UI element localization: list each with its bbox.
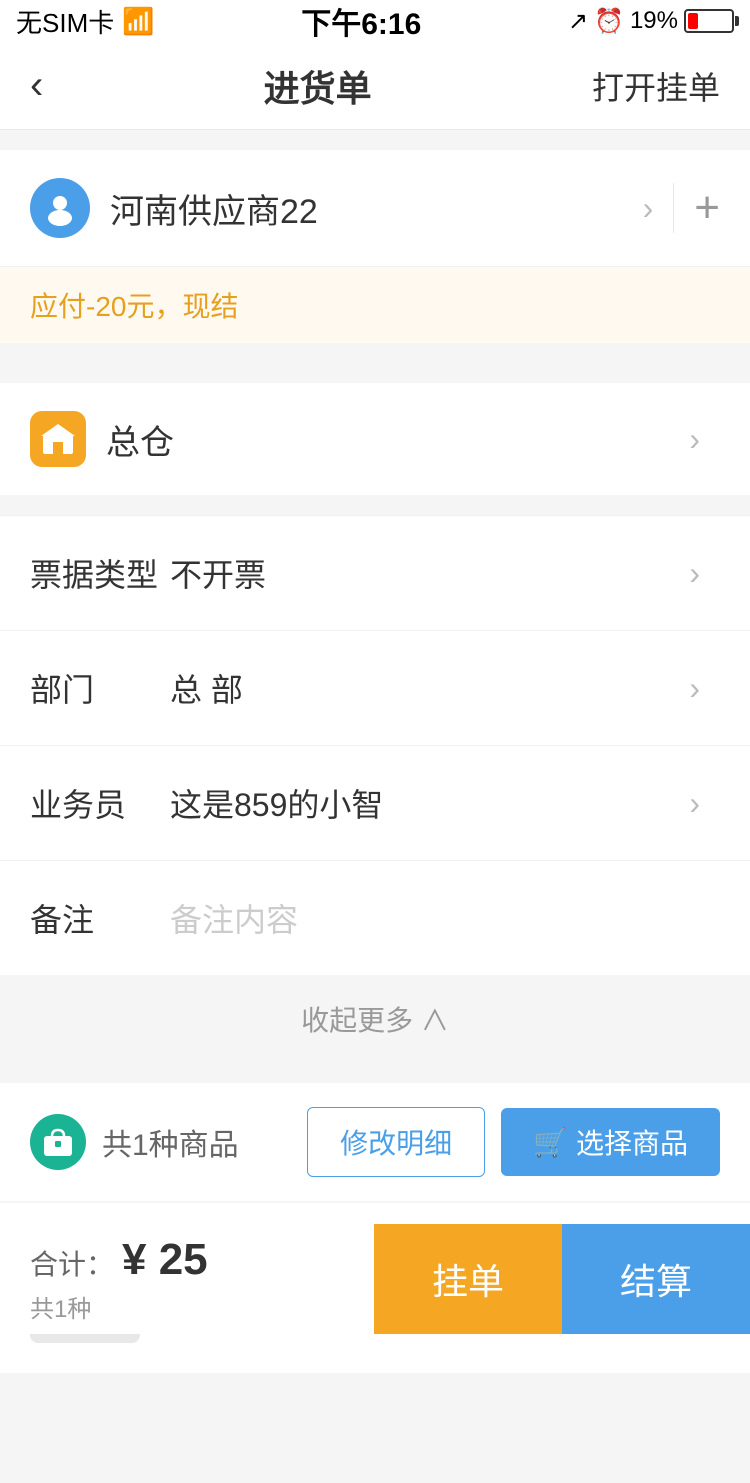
hang-order-label: 挂单 (432, 1253, 504, 1305)
back-button[interactable]: ‹ (30, 63, 43, 108)
supplier-chevron-icon: › (643, 190, 654, 227)
wifi-icon: 📶 (122, 6, 154, 37)
salesman-row[interactable]: 业务员 这是859的小智 › (0, 745, 750, 860)
status-time: 下午6:16 (301, 0, 421, 43)
total-amount: ¥ 25 (122, 1235, 208, 1285)
warehouse-row[interactable]: 总仓 › (0, 383, 750, 495)
warehouse-name: 总仓 (106, 415, 689, 464)
add-supplier-button[interactable]: + (673, 183, 720, 233)
collapse-text: 收起更多 ∧ (301, 999, 449, 1039)
select-product-icon: 🛒 (533, 1126, 568, 1159)
nav-bar: ‹ 进货单 打开挂单 (0, 42, 750, 130)
status-bar-left: 无SIM卡 📶 (16, 3, 155, 40)
total-main: 合计： ¥ 25 (30, 1235, 344, 1285)
edit-detail-button[interactable]: 修改明细 (307, 1107, 485, 1177)
carrier-label: 无SIM卡 (16, 3, 114, 40)
department-label: 部门 (30, 665, 170, 711)
invoice-chevron-icon: › (689, 555, 700, 592)
invoice-label: 票据类型 (30, 550, 170, 596)
total-label: 合计： (30, 1243, 114, 1283)
supplier-card: 河南供应商22 › + 应付-20元，现结 (0, 150, 750, 343)
location-icon: ↗ (568, 7, 588, 36)
product-section-header: 共1种商品 修改明细 🛒 选择商品 (0, 1083, 750, 1201)
bottom-spacer (0, 1373, 750, 1483)
warehouse-icon (30, 411, 86, 467)
battery-icon (684, 9, 734, 33)
gap-2 (0, 343, 750, 363)
salesman-value: 这是859的小智 (170, 780, 689, 826)
status-bar: 无SIM卡 📶 下午6:16 ↗ ⏰ 19% (0, 0, 750, 42)
status-bar-right: ↗ ⏰ 19% (568, 7, 734, 36)
remark-input[interactable]: 备注内容 (170, 895, 720, 941)
total-section: 合计： ¥ 25 共1种 (0, 1235, 374, 1324)
select-product-button[interactable]: 🛒 选择商品 (501, 1108, 720, 1176)
battery-percent: 19% (630, 7, 678, 35)
bottom-bar: 合计： ¥ 25 共1种 挂单 结算 (0, 1224, 750, 1334)
gap-4 (0, 1063, 750, 1083)
remark-row[interactable]: 备注 备注内容 (0, 860, 750, 975)
invoice-row[interactable]: 票据类型 不开票 › (0, 515, 750, 630)
salesman-label: 业务员 (30, 780, 170, 826)
warning-text: 应付-20元，现结 (30, 291, 238, 322)
salesman-chevron-icon: › (689, 785, 700, 822)
invoice-value: 不开票 (170, 550, 689, 596)
supplier-row[interactable]: 河南供应商22 › + (0, 150, 750, 267)
alarm-icon: ⏰ (594, 7, 624, 36)
gap-3 (0, 495, 750, 515)
select-product-label: 选择商品 (576, 1122, 688, 1162)
warning-banner: 应付-20元，现结 (0, 267, 750, 343)
collapse-bar[interactable]: 收起更多 ∧ (0, 975, 750, 1063)
warehouse-card: 总仓 › (0, 383, 750, 495)
hang-order-button[interactable]: 挂单 (374, 1224, 562, 1334)
gap-1 (0, 130, 750, 150)
form-card: 票据类型 不开票 › 部门 总 部 › 业务员 这是859的小智 › 备注 备注… (0, 515, 750, 975)
page-title: 进货单 (264, 60, 372, 112)
total-sub: 共1种 (30, 1289, 344, 1324)
department-row[interactable]: 部门 总 部 › (0, 630, 750, 745)
checkout-label: 结算 (620, 1253, 692, 1305)
warehouse-chevron-icon: › (689, 421, 700, 458)
remark-label: 备注 (30, 895, 170, 941)
checkout-button[interactable]: 结算 (562, 1224, 750, 1334)
supplier-name: 河南供应商22 (110, 184, 643, 233)
open-pending-button[interactable]: 打开挂单 (592, 63, 720, 109)
department-chevron-icon: › (689, 670, 700, 707)
supplier-avatar (30, 178, 90, 238)
product-icon (30, 1114, 86, 1170)
product-count: 共1种商品 (102, 1120, 291, 1164)
department-value: 总 部 (170, 665, 689, 711)
